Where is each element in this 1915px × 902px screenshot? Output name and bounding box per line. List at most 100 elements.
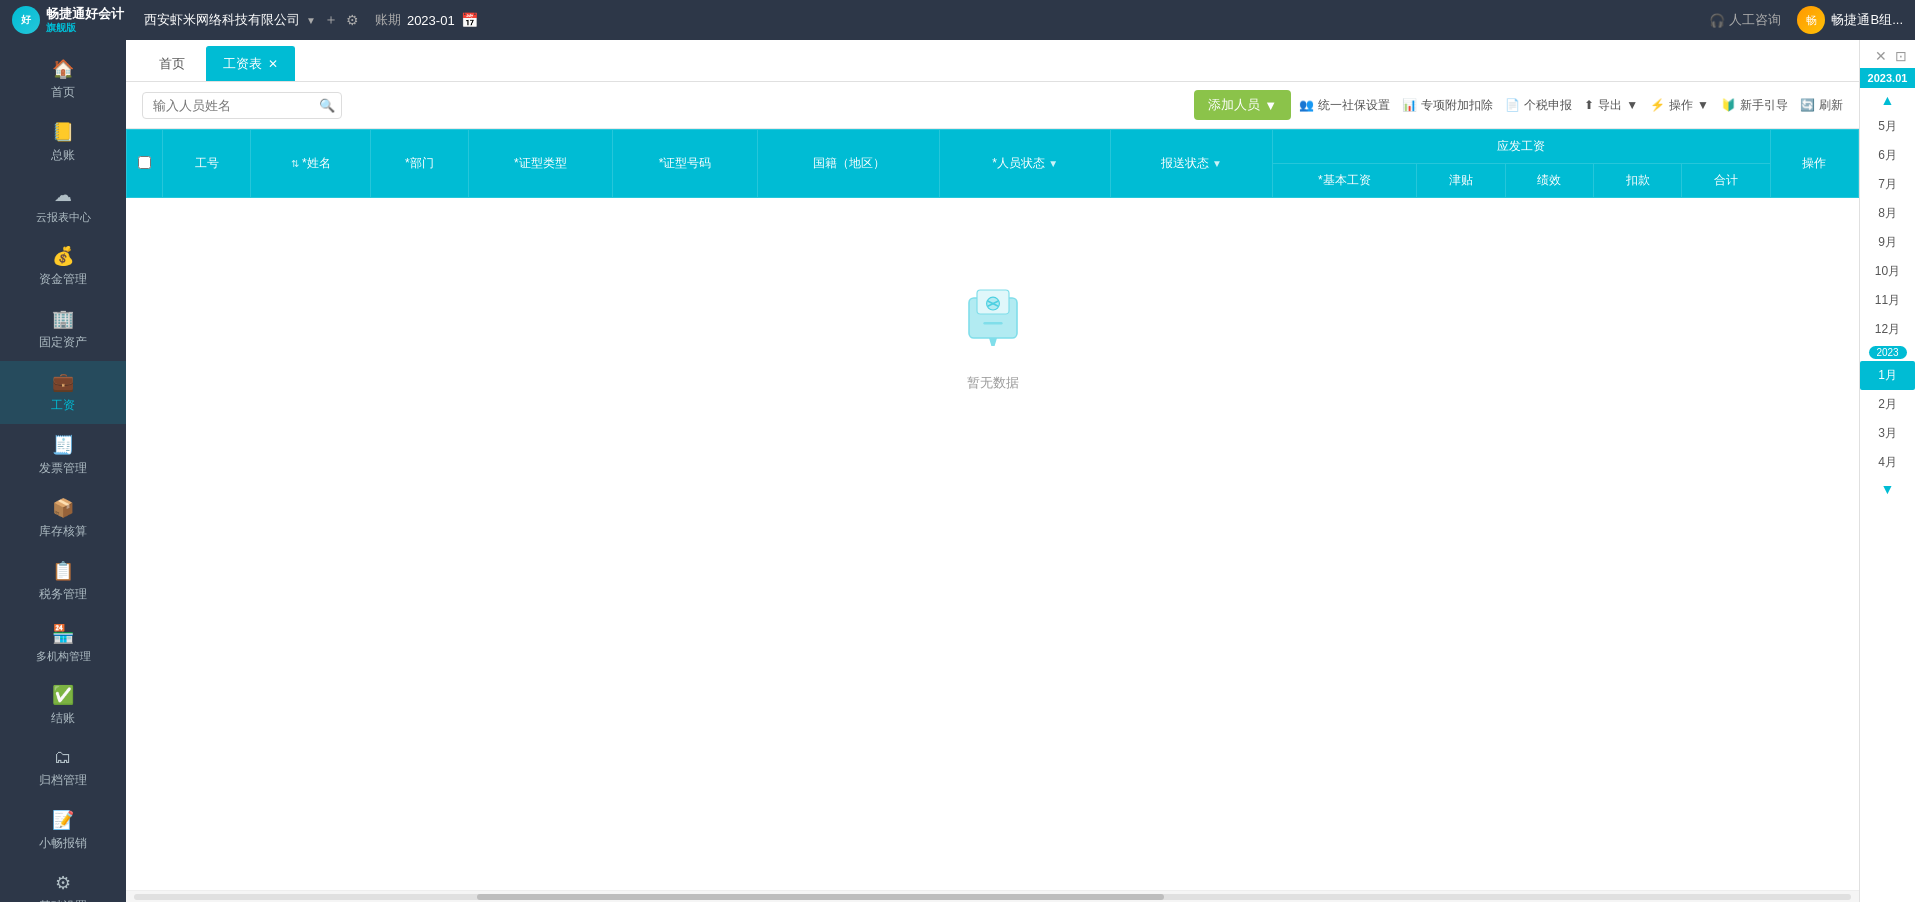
sidebar-label-fund: 资金管理: [39, 271, 87, 288]
panel-down-arrow[interactable]: ▼: [1877, 477, 1899, 501]
expense-icon: 📝: [52, 809, 74, 831]
period-label: 账期: [375, 11, 401, 29]
th-operation: 操作: [1770, 130, 1858, 198]
sidebar-label-ledger: 总账: [51, 147, 75, 164]
operation-chevron-icon: ▼: [1697, 98, 1709, 112]
add-company-button[interactable]: ＋: [324, 11, 338, 29]
month-item-1[interactable]: 1月: [1860, 361, 1915, 390]
period-value: 2023-01: [407, 13, 455, 28]
tab-home-label: 首页: [159, 55, 185, 73]
sidebar-item-home[interactable]: 🏠 首页: [0, 48, 126, 111]
month-item-11[interactable]: 11月: [1860, 286, 1915, 315]
month-panel-header: 2023.01: [1860, 68, 1915, 88]
archive-icon: 🗂: [54, 747, 72, 768]
status-filter-icon[interactable]: ▼: [1048, 158, 1058, 169]
th-name: ⇅ *姓名: [251, 130, 371, 198]
service-button[interactable]: 🎧 人工咨询: [1709, 11, 1781, 29]
user-name: 畅捷通B组...: [1831, 11, 1903, 29]
month-item-9[interactable]: 9月: [1860, 228, 1915, 257]
refresh-button[interactable]: 🔄 刷新: [1800, 97, 1843, 114]
scrollbar-thumb[interactable]: [477, 894, 1164, 900]
header-right: 🎧 人工咨询 畅 畅捷通B组...: [1709, 6, 1903, 34]
user-info: 畅 畅捷通B组...: [1797, 6, 1903, 34]
th-status: *人员状态 ▼: [940, 130, 1111, 198]
add-person-button[interactable]: 添加人员 ▼: [1194, 90, 1291, 120]
month-panel: ✕ ⊡ 2023.01 ▲ 5月 6月 7月 8月 9月 10月 11月 12月…: [1859, 40, 1915, 902]
tab-home[interactable]: 首页: [142, 46, 202, 81]
sidebar-item-settings[interactable]: ⚙ 基础设置: [0, 862, 126, 902]
sidebar-label-close: 结账: [51, 710, 75, 727]
tax-report-label: 个税申报: [1524, 97, 1572, 114]
month-item-8[interactable]: 8月: [1860, 199, 1915, 228]
th-performance: 绩效: [1505, 164, 1593, 198]
panel-up-arrow[interactable]: ▲: [1877, 88, 1899, 112]
social-security-label: 统一社保设置: [1318, 97, 1390, 114]
tab-salary-table[interactable]: 工资表 ✕: [206, 46, 295, 81]
sidebar-item-close[interactable]: ✅ 结账: [0, 674, 126, 737]
search-input[interactable]: [153, 98, 313, 113]
select-all-checkbox[interactable]: [138, 156, 151, 169]
panel-maximize-button[interactable]: ⊡: [1895, 48, 1907, 64]
sidebar-item-expense[interactable]: 📝 小畅报销: [0, 799, 126, 862]
sidebar-label-home: 首页: [51, 84, 75, 101]
special-deduction-icon: 📊: [1402, 98, 1417, 112]
operation-button[interactable]: ⚡ 操作 ▼: [1650, 97, 1709, 114]
sidebar-label-archive: 归档管理: [39, 772, 87, 789]
sidebar-item-inventory[interactable]: 📦 库存核算: [0, 487, 126, 550]
special-deduction-button[interactable]: 📊 专项附加扣除: [1402, 97, 1493, 114]
sidebar-item-salary[interactable]: 💼 工资: [0, 361, 126, 424]
sidebar-label-cloud: 云报表中心: [36, 210, 91, 225]
tab-close-icon[interactable]: ✕: [268, 57, 278, 71]
special-deduction-label: 专项附加扣除: [1421, 97, 1493, 114]
sidebar-item-fund[interactable]: 💰 资金管理: [0, 235, 126, 298]
calendar-icon[interactable]: 📅: [461, 12, 478, 28]
svg-rect-6: [986, 328, 999, 330]
horizontal-scrollbar[interactable]: [126, 890, 1859, 902]
month-item-6[interactable]: 6月: [1860, 141, 1915, 170]
company-selector[interactable]: 西安虾米网络科技有限公司 ▼: [144, 11, 316, 29]
toolbar: 🔍 添加人员 ▼ 👥 统一社保设置 📊 专项附加扣除 📄 个税申报: [126, 82, 1859, 129]
service-label: 人工咨询: [1729, 11, 1781, 29]
fund-icon: 💰: [52, 245, 74, 267]
sidebar-item-cloud-report[interactable]: ☁ 云报表中心: [0, 174, 126, 235]
tax-report-icon: 📄: [1505, 98, 1520, 112]
month-item-2[interactable]: 2月: [1860, 390, 1915, 419]
tax-report-button[interactable]: 📄 个税申报: [1505, 97, 1572, 114]
month-item-3[interactable]: 3月: [1860, 419, 1915, 448]
inventory-icon: 📦: [52, 497, 74, 519]
month-item-7[interactable]: 7月: [1860, 170, 1915, 199]
refresh-label: 刷新: [1819, 97, 1843, 114]
submit-filter-icon[interactable]: ▼: [1212, 158, 1222, 169]
sidebar-label-salary: 工资: [51, 397, 75, 414]
sidebar-item-multi-org[interactable]: 🏪 多机构管理: [0, 613, 126, 674]
close-period-icon: ✅: [52, 684, 74, 706]
svg-marker-7: [989, 338, 997, 346]
table-container: 工号 ⇅ *姓名 *部门 *证型类型 *证型号码 国籍（地区） *人员状态 ▼ …: [126, 129, 1859, 890]
export-button[interactable]: ⬆ 导出 ▼: [1584, 97, 1638, 114]
sidebar-label-multi: 多机构管理: [36, 649, 91, 664]
sidebar-item-fixed-assets[interactable]: 🏢 固定资产: [0, 298, 126, 361]
th-salary-detail: 应发工资: [1272, 130, 1770, 164]
month-item-4[interactable]: 4月: [1860, 448, 1915, 477]
tax-icon: 📋: [52, 560, 74, 582]
guide-button[interactable]: 🔰 新手引导: [1721, 97, 1788, 114]
panel-close-button[interactable]: ✕: [1875, 48, 1887, 64]
month-item-12[interactable]: 12月: [1860, 315, 1915, 344]
export-label: 导出: [1598, 97, 1622, 114]
th-allowance: 津贴: [1417, 164, 1505, 198]
th-checkbox[interactable]: [127, 130, 163, 198]
salary-table: 工号 ⇅ *姓名 *部门 *证型类型 *证型号码 国籍（地区） *人员状态 ▼ …: [126, 129, 1859, 472]
sidebar-label-expense: 小畅报销: [39, 835, 87, 852]
sidebar-label-tax: 税务管理: [39, 586, 87, 603]
guide-toolbar-icon: 🔰: [1721, 98, 1736, 112]
month-item-5[interactable]: 5月: [1860, 112, 1915, 141]
sidebar-item-ledger[interactable]: 📒 总账: [0, 111, 126, 174]
sidebar-item-invoice[interactable]: 🧾 发票管理: [0, 424, 126, 487]
sidebar-label-inventory: 库存核算: [39, 523, 87, 540]
month-item-10[interactable]: 10月: [1860, 257, 1915, 286]
sidebar-item-archive[interactable]: 🗂 归档管理: [0, 737, 126, 799]
social-security-button[interactable]: 👥 统一社保设置: [1299, 97, 1390, 114]
fixed-assets-icon: 🏢: [52, 308, 74, 330]
settings-icon[interactable]: ⚙: [346, 12, 359, 28]
sidebar-item-tax[interactable]: 📋 税务管理: [0, 550, 126, 613]
